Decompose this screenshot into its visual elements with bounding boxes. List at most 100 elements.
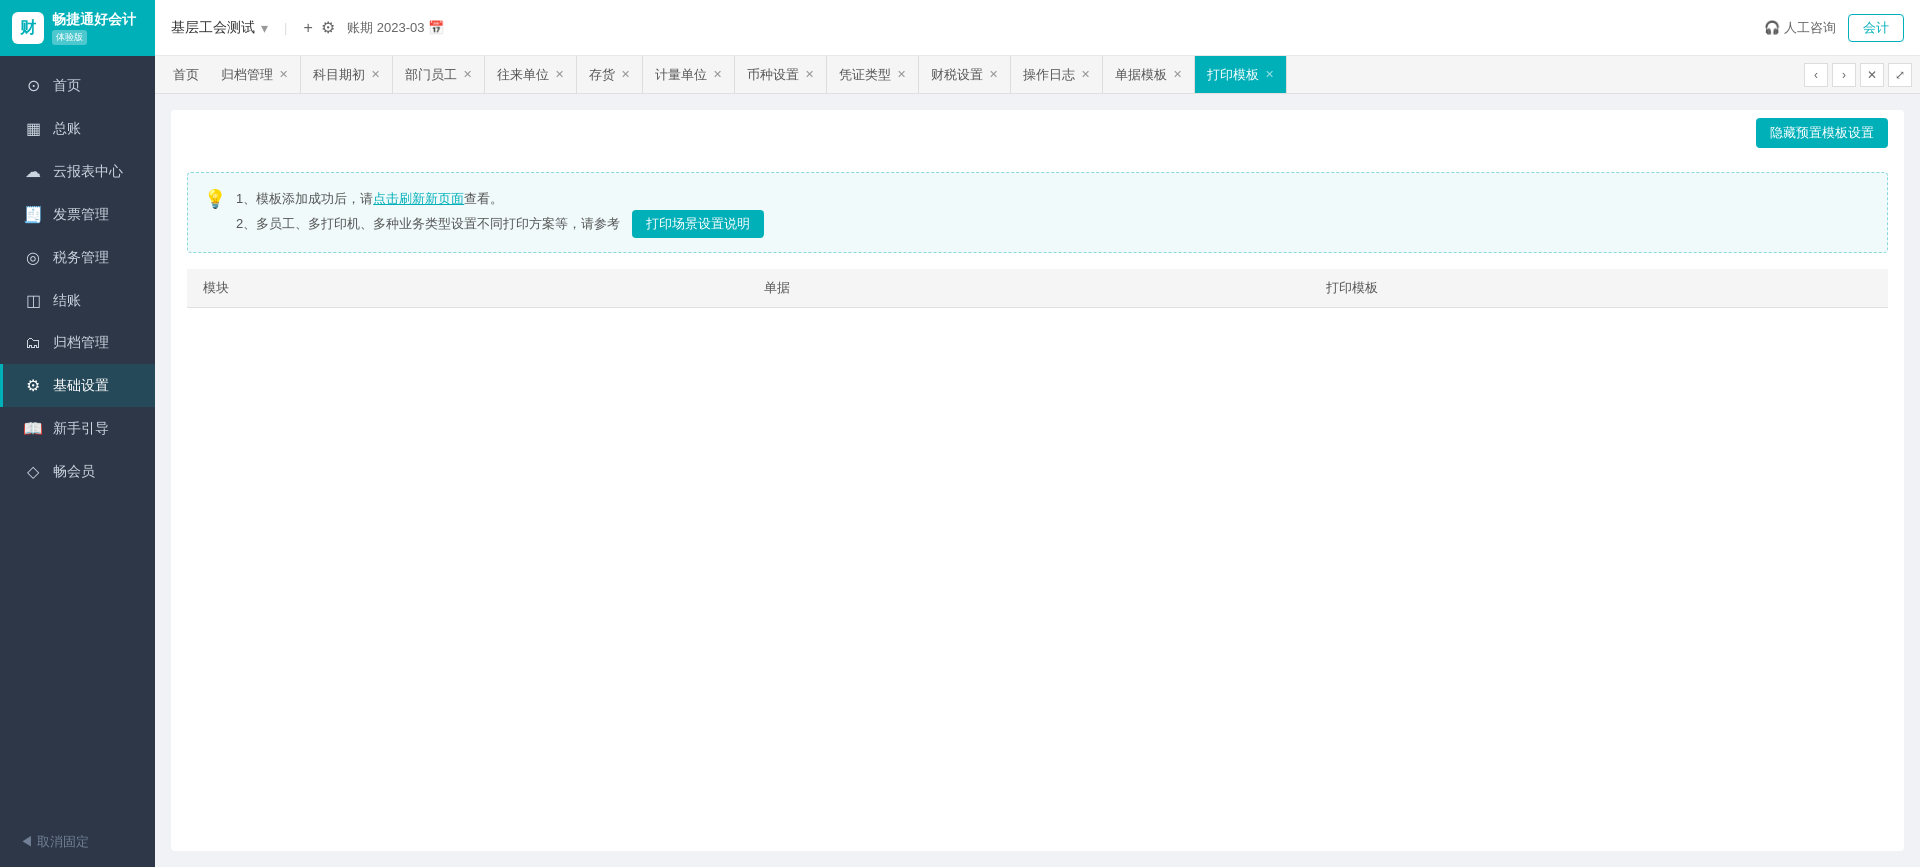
tab-expand[interactable]: ⤢ [1888, 63, 1912, 87]
main-area: 基层工会测试 ▾ | + ⚙ 账期 2023-03 📅 🎧 人工咨询 会计 首页… [155, 0, 1920, 867]
sidebar-item-member[interactable]: ◇ 畅会员 [0, 450, 155, 493]
tab-print-template-label: 打印模板 [1207, 66, 1259, 84]
tab-archive-close[interactable]: ✕ [279, 68, 288, 81]
info-banner: 💡 1、模板添加成功后，请点击刷新新页面查看。 2、多员工、多打印机、多种业务类… [187, 172, 1888, 253]
tab-tax-settings-label: 财税设置 [931, 66, 983, 84]
table-header: 模块 单据 打印模板 [187, 269, 1888, 308]
tab-units[interactable]: 计量单位 ✕ [643, 56, 735, 94]
tab-currency-label: 币种设置 [747, 66, 799, 84]
reports-icon: ☁ [23, 162, 43, 181]
sidebar-item-tax[interactable]: ◎ 税务管理 [0, 236, 155, 279]
tab-inventory[interactable]: 存货 ✕ [577, 56, 643, 94]
sidebar-unpin-button[interactable]: ◀ 取消固定 [0, 817, 155, 867]
sidebar-item-settings[interactable]: ⚙ 基础设置 [0, 364, 155, 407]
help-button[interactable]: 🎧 人工咨询 [1764, 19, 1836, 37]
app-logo: 财 畅捷通好会计 体验版 [0, 0, 155, 56]
period-value: 2023-03 [377, 20, 425, 35]
sidebar-nav: ⊙ 首页 ▦ 总账 ☁ 云报表中心 🧾 发票管理 ◎ 税务管理 ◫ 结账 🗂 归… [0, 56, 155, 817]
home-icon: ⊙ [23, 76, 43, 95]
tab-close-all[interactable]: ✕ [1860, 63, 1884, 87]
tab-contacts-label: 往来单位 [497, 66, 549, 84]
sidebar-item-reports[interactable]: ☁ 云报表中心 [0, 150, 155, 193]
tax-icon: ◎ [23, 248, 43, 267]
sidebar-label-archive: 归档管理 [53, 334, 109, 352]
invoice-icon: 🧾 [23, 205, 43, 224]
col-module: 模块 [187, 269, 748, 308]
info-line1-prefix: 1、模板添加成功后，请 [236, 191, 373, 206]
tabbar: 首页 归档管理 ✕ 科目期初 ✕ 部门员工 ✕ 往来单位 ✕ 存货 ✕ 计量单位… [155, 56, 1920, 94]
logo-text-block: 畅捷通好会计 体验版 [52, 11, 136, 45]
content-area: 隐藏预置模板设置 💡 1、模板添加成功后，请点击刷新新页面查看。 2、多员工、多… [155, 94, 1920, 867]
tab-departments[interactable]: 部门员工 ✕ [393, 56, 485, 94]
tab-home[interactable]: 首页 [163, 56, 209, 94]
company-settings-icon[interactable]: ⚙ [321, 18, 335, 37]
tab-operation-log-close[interactable]: ✕ [1081, 68, 1090, 81]
tab-inventory-close[interactable]: ✕ [621, 68, 630, 81]
sidebar-item-invoice[interactable]: 🧾 发票管理 [0, 193, 155, 236]
settings-icon: ⚙ [23, 376, 43, 395]
tab-contacts[interactable]: 往来单位 ✕ [485, 56, 577, 94]
unpin-label: ◀ 取消固定 [20, 833, 89, 851]
sidebar-label-guide: 新手引导 [53, 420, 109, 438]
add-company-icon[interactable]: + [303, 19, 312, 37]
sidebar-item-guide[interactable]: 📖 新手引导 [0, 407, 155, 450]
help-label: 人工咨询 [1784, 19, 1836, 37]
tab-subjects[interactable]: 科目期初 ✕ [301, 56, 393, 94]
tab-archive[interactable]: 归档管理 ✕ [209, 56, 301, 94]
tab-voucher-close[interactable]: ✕ [897, 68, 906, 81]
info-line1-suffix: 查看。 [464, 191, 503, 206]
tab-voucher[interactable]: 凭证类型 ✕ [827, 56, 919, 94]
tab-tax-settings-close[interactable]: ✕ [989, 68, 998, 81]
table-header-row: 模块 单据 打印模板 [187, 269, 1888, 308]
tab-contacts-close[interactable]: ✕ [555, 68, 564, 81]
company-dropdown-icon: ▾ [261, 20, 268, 36]
sidebar-item-close[interactable]: ◫ 结账 [0, 279, 155, 322]
tab-print-template[interactable]: 打印模板 ✕ [1195, 56, 1287, 94]
tab-single-template-label: 单据模板 [1115, 66, 1167, 84]
accounting-button[interactable]: 会计 [1848, 14, 1904, 42]
hide-template-button[interactable]: 隐藏预置模板设置 [1756, 118, 1888, 148]
tab-single-template[interactable]: 单据模板 ✕ [1103, 56, 1195, 94]
sidebar-item-archive[interactable]: 🗂 归档管理 [0, 322, 155, 364]
tab-inventory-label: 存货 [589, 66, 615, 84]
sidebar-label-home: 首页 [53, 77, 81, 95]
headset-icon: 🎧 [1764, 20, 1780, 35]
sidebar-label-member: 畅会员 [53, 463, 95, 481]
sidebar-item-home[interactable]: ⊙ 首页 [0, 64, 155, 107]
tab-archive-label: 归档管理 [221, 66, 273, 84]
topbar-divider1: | [284, 20, 287, 35]
calendar-icon[interactable]: 📅 [428, 20, 444, 35]
sidebar-item-ledger[interactable]: ▦ 总账 [0, 107, 155, 150]
tab-currency[interactable]: 币种设置 ✕ [735, 56, 827, 94]
tab-nav-prev[interactable]: ‹ [1804, 63, 1828, 87]
tab-nav-next[interactable]: › [1832, 63, 1856, 87]
col-print-template: 打印模板 [1310, 269, 1888, 308]
sidebar: 财 畅捷通好会计 体验版 ⊙ 首页 ▦ 总账 ☁ 云报表中心 🧾 发票管理 ◎ … [0, 0, 155, 867]
tab-departments-label: 部门员工 [405, 66, 457, 84]
table-wrapper: 模块 单据 打印模板 [187, 269, 1888, 308]
sidebar-label-invoice: 发票管理 [53, 206, 109, 224]
tabbar-nav: ‹ › ✕ ⤢ [1804, 63, 1912, 87]
company-selector[interactable]: 基层工会测试 ▾ [171, 19, 268, 37]
tab-departments-close[interactable]: ✕ [463, 68, 472, 81]
explain-button[interactable]: 打印场景设置说明 [632, 210, 764, 238]
tab-operation-log[interactable]: 操作日志 ✕ [1011, 56, 1103, 94]
tab-units-close[interactable]: ✕ [713, 68, 722, 81]
col-document: 单据 [748, 269, 1309, 308]
tab-operation-log-label: 操作日志 [1023, 66, 1075, 84]
app-badge: 体验版 [52, 30, 87, 45]
member-icon: ◇ [23, 462, 43, 481]
tab-tax-settings[interactable]: 财税设置 ✕ [919, 56, 1011, 94]
content-inner: 隐藏预置模板设置 💡 1、模板添加成功后，请点击刷新新页面查看。 2、多员工、多… [171, 110, 1904, 851]
tab-single-template-close[interactable]: ✕ [1173, 68, 1182, 81]
print-template-table: 模块 单据 打印模板 [187, 269, 1888, 308]
topbar: 基层工会测试 ▾ | + ⚙ 账期 2023-03 📅 🎧 人工咨询 会计 [155, 0, 1920, 56]
sidebar-label-close: 结账 [53, 292, 81, 310]
ledger-icon: ▦ [23, 119, 43, 138]
tab-print-template-close[interactable]: ✕ [1265, 68, 1274, 81]
refresh-link[interactable]: 点击刷新新页面 [373, 191, 464, 206]
tab-subjects-close[interactable]: ✕ [371, 68, 380, 81]
tab-voucher-label: 凭证类型 [839, 66, 891, 84]
topbar-right: 🎧 人工咨询 会计 [1764, 14, 1904, 42]
tab-currency-close[interactable]: ✕ [805, 68, 814, 81]
